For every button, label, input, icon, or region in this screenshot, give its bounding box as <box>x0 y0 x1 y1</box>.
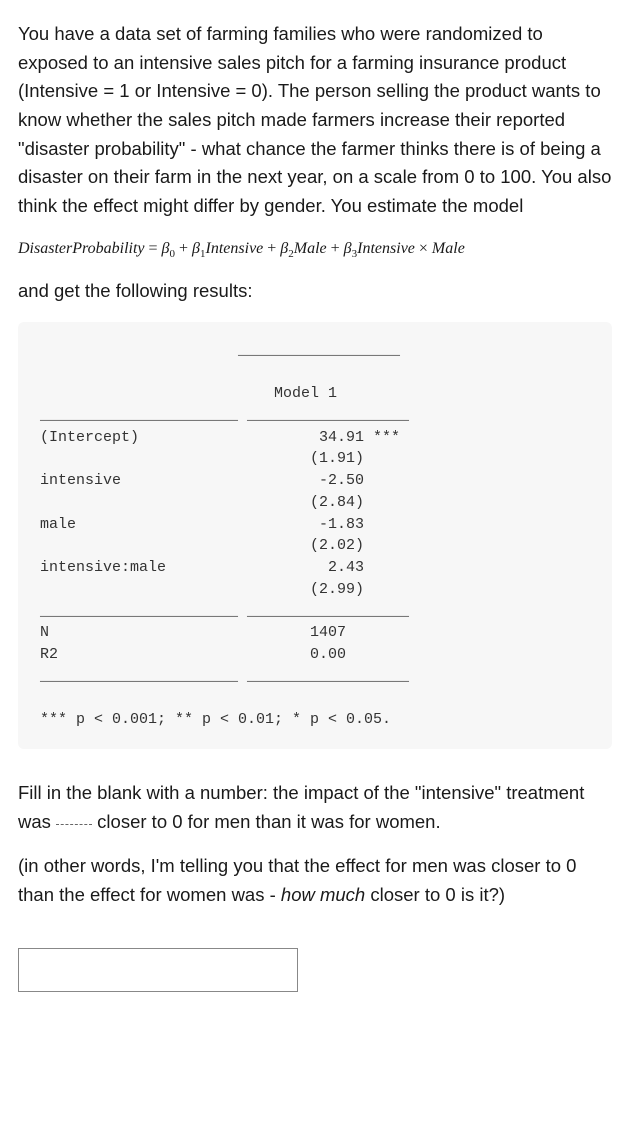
q2-italic: how much <box>281 884 365 905</box>
eq-b1: β <box>192 240 200 257</box>
eq-eq: = <box>145 240 162 257</box>
q1-b: closer to 0 for men than it was for wome… <box>92 811 441 832</box>
eq-b0: β <box>162 240 170 257</box>
eq-lhs: DisasterProbability <box>18 240 145 257</box>
q2-b: closer to 0 is it?) <box>365 884 505 905</box>
eq-plus2: + <box>263 240 280 257</box>
intro-paragraph: You have a data set of farming families … <box>18 20 612 221</box>
results-label: and get the following results: <box>18 277 612 306</box>
eq-term1: Intensive <box>206 240 264 257</box>
eq-plus1: + <box>175 240 192 257</box>
eq-term4: Male <box>432 240 465 257</box>
results-table: __________________ Model 1 _____________… <box>18 322 612 750</box>
answer-input[interactable] <box>18 948 298 992</box>
question-part1: Fill in the blank with a number: the imp… <box>18 779 612 836</box>
eq-term2: Male <box>294 240 327 257</box>
eq-term3: Intensive <box>357 240 415 257</box>
eq-times: × <box>415 240 432 257</box>
question-part2: (in other words, I'm telling you that th… <box>18 852 612 909</box>
blank-line <box>56 824 92 825</box>
eq-b3: β <box>344 240 352 257</box>
eq-plus3: + <box>327 240 344 257</box>
results-pre: __________________ Model 1 _____________… <box>40 340 590 732</box>
model-equation: DisasterProbability = β0 + β1Intensive +… <box>18 237 612 263</box>
